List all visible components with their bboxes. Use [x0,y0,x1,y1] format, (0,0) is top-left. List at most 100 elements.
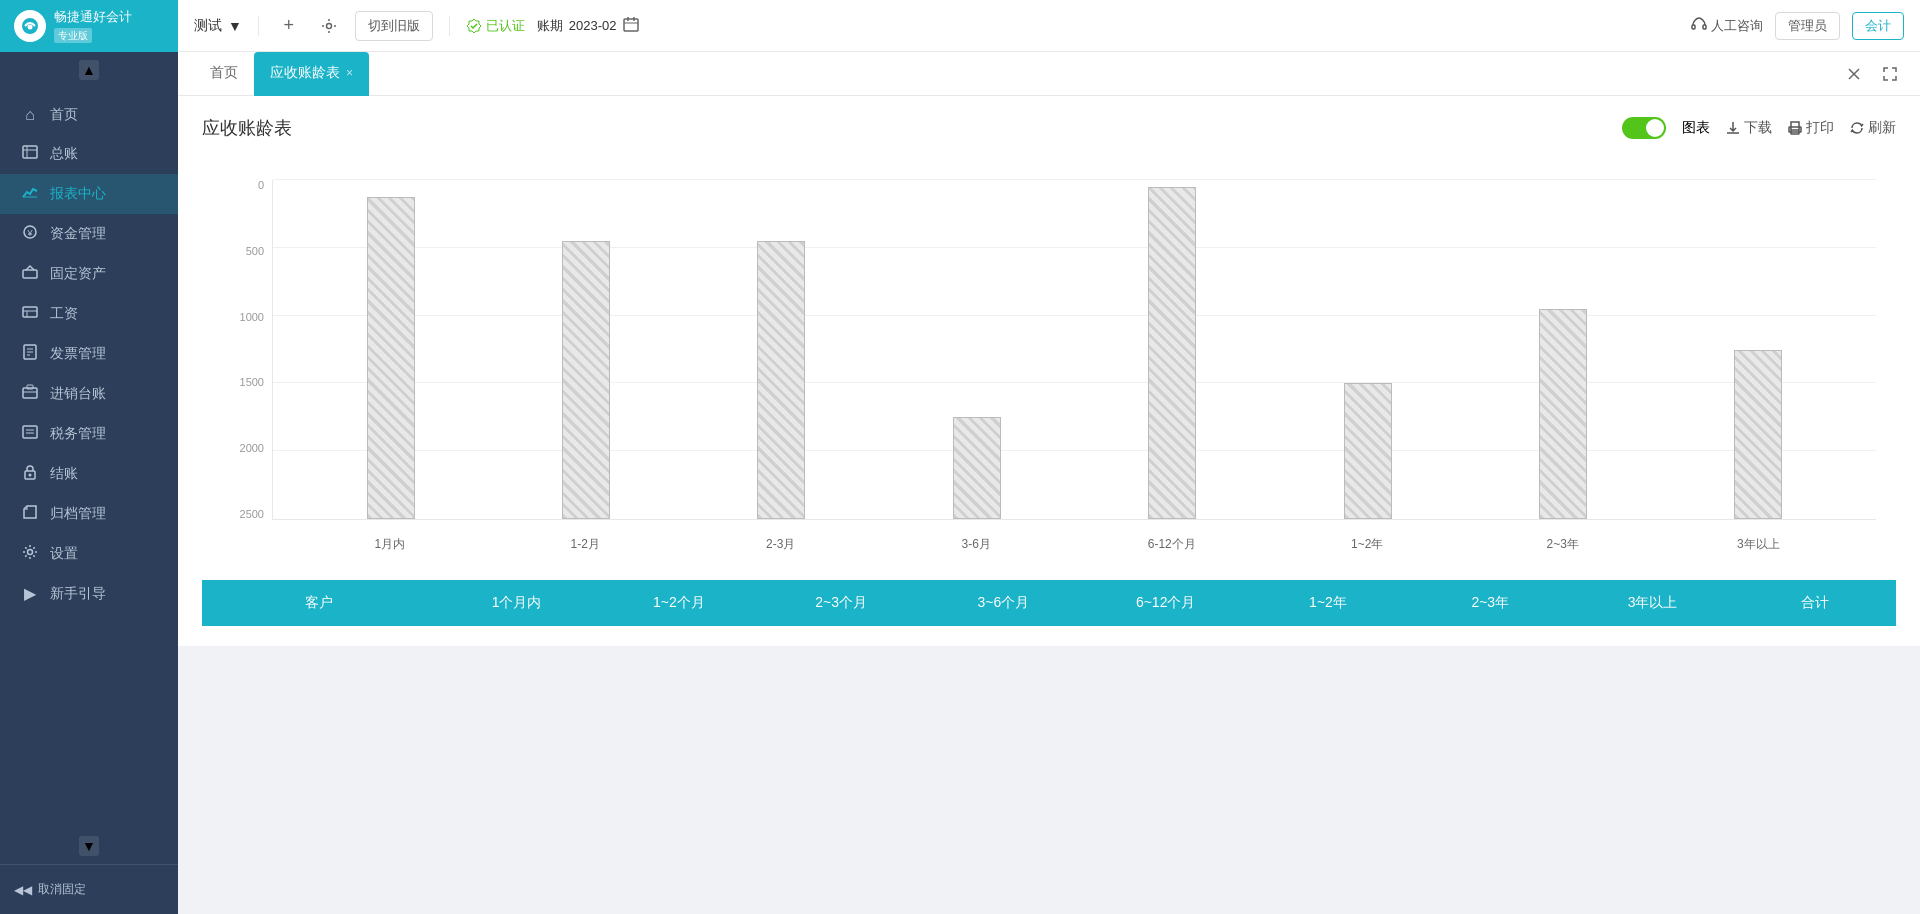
sidebar-item-home[interactable]: ⌂ 首页 [0,96,178,134]
settings-icon [20,544,40,564]
bar-group-1-2m [488,180,683,519]
sidebar-item-label: 设置 [50,545,78,563]
sidebar-item-assets[interactable]: 固定资产 [0,254,178,294]
th-1-2y: 1~2年 [1247,580,1409,626]
sidebar: 畅捷通好会计 专业版 ▲ ⌂ 首页 总账 [0,0,178,914]
funds-icon: ¥ [20,224,40,244]
sidebar-item-label: 报表中心 [50,185,106,203]
th-total: 合计 [1734,580,1896,626]
x-label-1-2y: 1~2年 [1270,528,1466,553]
scroll-down-btn[interactable]: ▼ [79,836,99,856]
cert-status: 已认证 [466,17,525,35]
chart-toggle-label: 图表 [1682,119,1710,137]
sidebar-item-settings[interactable]: 设置 [0,534,178,574]
chart-toggle[interactable] [1622,117,1666,139]
tabs-right-actions [1840,60,1904,88]
bar-group-1-2y [1270,180,1465,519]
archive-icon [20,504,40,524]
invoice-icon [20,344,40,364]
company-dropdown-icon: ▼ [228,18,242,34]
bar-1-2y [1344,383,1392,519]
sidebar-item-funds[interactable]: ¥ 资金管理 [0,214,178,254]
sidebar-item-label: 资金管理 [50,225,106,243]
tax-icon [20,424,40,444]
sidebar-item-label: 新手引导 [50,585,106,603]
role-btn[interactable]: 会计 [1852,12,1904,40]
svg-rect-28 [624,19,638,31]
svg-rect-2 [23,146,37,158]
tab-close-icon[interactable]: × [346,66,353,80]
scroll-up-btn[interactable]: ▲ [79,60,99,80]
service-label: 人工咨询 [1711,17,1763,35]
tabs-bar: 首页 应收账龄表 × [178,52,1920,96]
company-name: 测试 [194,17,222,35]
add-company-btn[interactable]: + [275,12,303,40]
x-label-3y-plus: 3年以上 [1661,528,1857,553]
svg-rect-33 [1703,25,1706,29]
cancel-fixed-btn[interactable]: ◀◀ 取消固定 [14,875,164,904]
th-2-3y: 2~3年 [1409,580,1571,626]
content-panel: 应收账龄表 图表 下载 [178,96,1920,646]
tab-close-btn[interactable] [1840,60,1868,88]
download-label: 下载 [1744,119,1772,137]
sidebar-item-label: 归档管理 [50,505,106,523]
payroll-icon [20,304,40,324]
bar-group-2-3y [1465,180,1660,519]
print-btn[interactable]: 打印 [1788,119,1834,137]
sidebar-item-tax[interactable]: 税务管理 [0,414,178,454]
x-label-1m: 1月内 [292,528,488,553]
bar-3y-plus [1734,350,1782,520]
calendar-icon[interactable] [623,16,639,35]
bar-group-3-6m [879,180,1074,519]
refresh-btn[interactable]: 刷新 [1850,119,1896,137]
sidebar-nav: ⌂ 首页 总账 报表中心 [0,88,178,828]
y-label-3: 1500 [240,377,264,388]
bar-3-6m [953,417,1001,519]
app-name-text: 畅捷通好会计 专业版 [54,9,132,44]
svg-point-1 [28,25,33,30]
tab-fullscreen-btn[interactable] [1876,60,1904,88]
bar-1-2m [562,241,610,519]
sidebar-item-invoice[interactable]: 发票管理 [0,334,178,374]
bar-group-6-12m [1075,180,1270,519]
sidebar-item-inventory[interactable]: 进销台账 [0,374,178,414]
sidebar-item-payroll[interactable]: 工资 [0,294,178,334]
svg-point-26 [28,550,33,555]
print-label: 打印 [1806,119,1834,137]
settings-gear-btn[interactable] [315,12,343,40]
y-label-1: 500 [246,246,264,257]
sidebar-item-archive[interactable]: 归档管理 [0,494,178,534]
page-content: 应收账龄表 图表 下载 [178,96,1920,914]
table-header: 客户 1个月内 1~2个月 2~3个月 3~6个月 6~12个月 1~2年 2~… [202,580,1896,626]
manager-btn[interactable]: 管理员 [1775,12,1840,40]
sidebar-item-label: 税务管理 [50,425,106,443]
switch-old-btn[interactable]: 切到旧版 [355,11,433,41]
sidebar-item-reports[interactable]: 报表中心 [0,174,178,214]
company-selector[interactable]: 测试 ▼ [194,17,242,35]
y-label-2: 1000 [240,312,264,323]
tab-home[interactable]: 首页 [194,52,254,96]
inventory-icon [20,384,40,404]
y-label-0: 0 [258,180,264,191]
bar-group-3y-plus [1661,180,1856,519]
x-label-6-12m: 6-12个月 [1074,528,1270,553]
tab-receivable-aging[interactable]: 应收账龄表 × [254,52,369,96]
page-title: 应收账龄表 [202,116,292,140]
sidebar-item-ledger[interactable]: 总账 [0,134,178,174]
bars-container [273,180,1876,519]
y-axis: 2500 2000 1500 1000 500 0 [222,180,272,520]
th-3y-plus: 3年以上 [1571,580,1733,626]
cert-label: 已认证 [486,17,525,35]
th-2-3m: 2~3个月 [760,580,922,626]
th-1m: 1个月内 [435,580,597,626]
reports-icon [20,184,40,204]
chart-area: 2500 2000 1500 1000 500 0 [222,180,1876,560]
y-label-5: 2500 [240,509,264,520]
sidebar-item-label: 工资 [50,305,78,323]
svg-rect-9 [23,307,37,317]
topbar-divider-1 [258,16,259,36]
service-btn[interactable]: 人工咨询 [1691,16,1763,35]
sidebar-item-guide[interactable]: ▶ 新手引导 [0,574,178,613]
download-btn[interactable]: 下载 [1726,119,1772,137]
sidebar-item-closing[interactable]: 结账 [0,454,178,494]
